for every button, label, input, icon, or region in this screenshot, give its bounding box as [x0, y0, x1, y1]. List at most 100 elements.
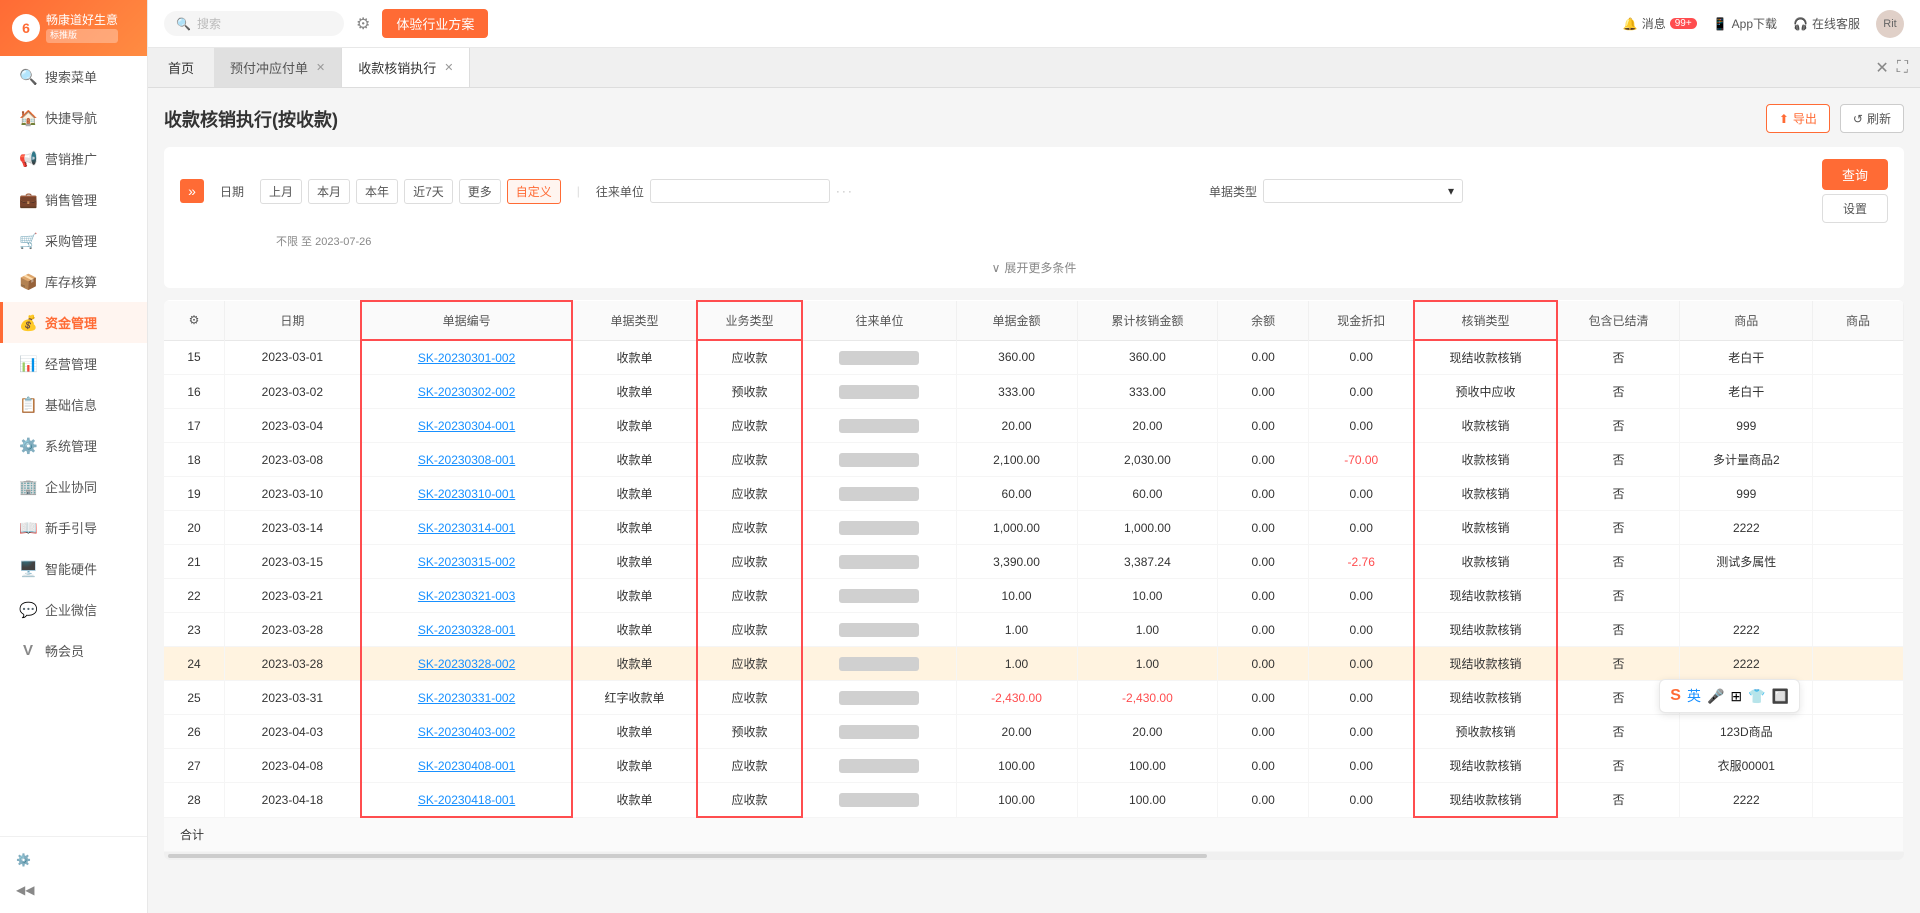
doc-link[interactable]: SK-20230328-002	[418, 657, 515, 671]
logo-badge: 标推版	[46, 29, 118, 43]
tab-verify-close[interactable]: ✕	[444, 61, 453, 74]
th-goods2[interactable]: 商品	[1813, 301, 1904, 340]
sidebar-item-operations[interactable]: 📊 经营管理	[0, 343, 147, 384]
cell-date: 2023-03-04	[225, 409, 361, 443]
th-settings[interactable]: ⚙	[164, 301, 225, 340]
sidebar-item-inventory[interactable]: 📦 库存核算	[0, 261, 147, 302]
expand-more-btn[interactable]: ∨ 展开更多条件	[180, 259, 1888, 276]
filter-date-thismonth[interactable]: 本月	[308, 179, 350, 204]
th-docno[interactable]: 单据编号	[361, 301, 573, 340]
doc-link[interactable]: SK-20230328-001	[418, 623, 515, 637]
inventory-icon: 📦	[19, 273, 37, 291]
doc-link[interactable]: SK-20230408-001	[418, 759, 515, 773]
sidebar-collapse-btn[interactable]: ◀◀	[0, 875, 147, 905]
sidebar-item-system[interactable]: ⚙️ 系统管理	[0, 425, 147, 466]
topbar-gear-icon[interactable]: ⚙	[356, 14, 370, 34]
sidebar-item-purchase[interactable]: 🛒 采购管理	[0, 220, 147, 261]
settings-button[interactable]: 设置	[1822, 194, 1888, 223]
cell-goods2	[1813, 545, 1904, 579]
doc-link[interactable]: SK-20230310-001	[418, 487, 515, 501]
cell-balance: 0.00	[1218, 749, 1309, 783]
th-amount[interactable]: 单据金额	[956, 301, 1077, 340]
doc-link[interactable]: SK-20230321-003	[418, 589, 515, 603]
cell-doctype: 收款单	[572, 409, 696, 443]
filter-date-7days[interactable]: 近7天	[404, 179, 453, 204]
tab-verify[interactable]: 收款核销执行 ✕	[342, 48, 470, 87]
cell-balance: 0.00	[1218, 511, 1309, 545]
page-header: 收款核销执行(按收款) ⬆ 导出 ↺ 刷新	[164, 104, 1904, 133]
cell-balance: 0.00	[1218, 715, 1309, 749]
doc-link[interactable]: SK-20230315-002	[418, 555, 515, 569]
sidebar-item-search[interactable]: 🔍 搜索菜单	[0, 56, 147, 97]
th-incl[interactable]: 包含已结清	[1557, 301, 1680, 340]
sidebar-item-guide[interactable]: 📖 新手引导	[0, 507, 147, 548]
solution-button[interactable]: 体验行业方案	[382, 9, 488, 38]
th-balance[interactable]: 余额	[1218, 301, 1309, 340]
doc-link[interactable]: SK-20230304-001	[418, 419, 515, 433]
partner-blurred	[839, 419, 919, 433]
export-button[interactable]: ⬆ 导出	[1766, 104, 1830, 133]
doc-link[interactable]: SK-20230403-002	[418, 725, 515, 739]
cell-voidtype: 现结收款核销	[1414, 749, 1556, 783]
horizontal-scrollbar[interactable]	[164, 852, 1904, 860]
tab-prepay[interactable]: 预付冲应付单 ✕	[214, 48, 342, 87]
sidebar-item-corp[interactable]: 🏢 企业协同	[0, 466, 147, 507]
tab-prepay-close[interactable]: ✕	[316, 61, 325, 74]
th-voidtype[interactable]: 核销类型	[1414, 301, 1556, 340]
refresh-button[interactable]: ↺ 刷新	[1840, 104, 1904, 133]
doc-link[interactable]: SK-20230301-002	[418, 351, 515, 365]
query-button[interactable]: 查询	[1822, 159, 1888, 190]
sidebar-item-hardware[interactable]: 🖥️ 智能硬件	[0, 548, 147, 589]
filter-date-thisyear[interactable]: 本年	[356, 179, 398, 204]
filter-date-custom[interactable]: 自定义	[507, 179, 561, 204]
sidebar-item-wechat[interactable]: 💬 企业微信	[0, 589, 147, 630]
cell-num: 16	[164, 375, 225, 409]
sidebar-item-quicknav[interactable]: 🏠 快捷导航	[0, 97, 147, 138]
sidebar-bottom-gear[interactable]: ⚙️	[0, 845, 147, 875]
filter-date-lastmonth[interactable]: 上月	[260, 179, 302, 204]
chevron-down-small-icon: ∨	[992, 261, 1001, 275]
logo-icon: 6	[12, 14, 40, 42]
cell-docno: SK-20230328-001	[361, 613, 573, 647]
topbar-search-box[interactable]: 🔍 搜索	[164, 11, 344, 36]
doc-link[interactable]: SK-20230418-001	[418, 793, 515, 807]
sidebar-item-member[interactable]: V 畅会员	[0, 630, 147, 671]
th-goods[interactable]: 商品	[1680, 301, 1813, 340]
tab-home[interactable]: 首页	[148, 48, 214, 87]
cell-incl: 否	[1557, 613, 1680, 647]
table-row: 21 2023-03-15 SK-20230315-002 收款单 应收款 3,…	[164, 545, 1904, 579]
cell-doctype: 收款单	[572, 579, 696, 613]
th-biztype[interactable]: 业务类型	[697, 301, 803, 340]
sidebar-item-finance[interactable]: 💰 资金管理	[0, 302, 147, 343]
cell-doctype: 收款单	[572, 340, 696, 375]
cell-biztype: 应收款	[697, 579, 803, 613]
filter-date-more[interactable]: 更多	[459, 179, 501, 204]
filter-expand-button[interactable]: »	[180, 179, 204, 203]
user-avatar[interactable]: Rit	[1876, 10, 1904, 38]
cell-discount: 0.00	[1309, 409, 1415, 443]
doc-link[interactable]: SK-20230314-001	[418, 521, 515, 535]
messages-btn[interactable]: 🔔 消息 99+	[1623, 15, 1697, 32]
cell-doctype: 收款单	[572, 511, 696, 545]
th-discount[interactable]: 现金折扣	[1309, 301, 1415, 340]
online-service-btn[interactable]: 🎧 在线客服	[1793, 15, 1860, 32]
tab-close-all-icon[interactable]: ✕	[1875, 58, 1888, 78]
topbar-search-icon: 🔍	[176, 17, 191, 31]
doc-link[interactable]: SK-20230302-002	[418, 385, 515, 399]
sidebar-item-basics[interactable]: 📋 基础信息	[0, 384, 147, 425]
th-cumamount[interactable]: 累计核销金额	[1077, 301, 1218, 340]
doc-link[interactable]: SK-20230308-001	[418, 453, 515, 467]
tab-fullscreen-icon[interactable]: ⛶	[1897, 59, 1908, 77]
doc-link[interactable]: SK-20230331-002	[418, 691, 515, 705]
filter-doctype-select[interactable]: ▾	[1263, 179, 1463, 203]
th-partner[interactable]: 往来单位	[802, 301, 956, 340]
scrollbar-thumb[interactable]	[168, 854, 1207, 858]
filter-partner-input[interactable]	[650, 179, 830, 203]
cell-cumamount: 333.00	[1077, 375, 1218, 409]
th-date[interactable]: 日期	[225, 301, 361, 340]
sidebar-item-sales[interactable]: 💼 销售管理	[0, 179, 147, 220]
th-doctype[interactable]: 单据类型	[572, 301, 696, 340]
sidebar-item-marketing[interactable]: 📢 营销推广	[0, 138, 147, 179]
app-download-btn[interactable]: 📱 App下载	[1713, 15, 1777, 32]
table-row: 16 2023-03-02 SK-20230302-002 收款单 预收款 33…	[164, 375, 1904, 409]
